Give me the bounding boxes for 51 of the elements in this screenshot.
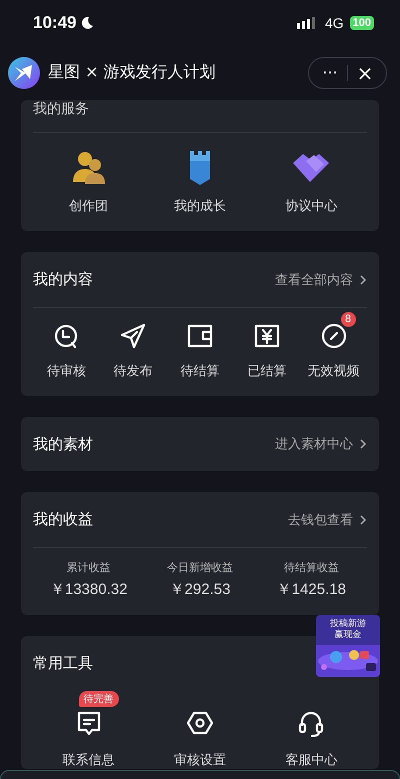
section-title: 我的收益: [33, 510, 93, 529]
menu-item[interactable]: 待完善 联系信息: [33, 691, 144, 769]
status-tag: 待完善: [78, 691, 119, 707]
menu-item[interactable]: 待结算: [166, 310, 234, 380]
section-title: 我的素材: [33, 434, 93, 454]
menu-item[interactable]: 审核设置: [144, 691, 256, 769]
section-link[interactable]: 进入素材中心: [275, 435, 367, 453]
paper-plane-icon: [119, 322, 148, 350]
stat-label: 待结算收益: [284, 560, 339, 575]
stat-value: ￥13380.32: [50, 580, 128, 599]
app-logo-icon: [8, 56, 40, 88]
stat-label: 累计收益: [66, 560, 111, 575]
stat-value: ￥292.53: [170, 580, 230, 599]
shield-icon: [190, 151, 210, 185]
wallet-icon: [186, 322, 214, 350]
chevron-right-icon: [359, 438, 367, 450]
menu-item[interactable]: 协议中心: [256, 149, 367, 215]
more-button[interactable]: ···: [313, 63, 347, 82]
yen-icon: [252, 322, 281, 350]
menu-item[interactable]: 8 无效视频: [300, 310, 367, 380]
promo-banner[interactable]: 投稿新游 赢现金: [316, 615, 380, 677]
handshake-icon: [293, 154, 330, 182]
close-button[interactable]: ×: [348, 60, 382, 84]
menu-item[interactable]: 已结算: [233, 310, 300, 380]
section-title: 常用工具: [33, 654, 93, 673]
people-icon: [72, 152, 105, 184]
signal-icon: [296, 16, 317, 28]
menu-item[interactable]: 客服中心: [256, 691, 367, 769]
prohibited-icon: [320, 322, 348, 350]
chevron-right-icon: [359, 514, 367, 526]
menu-item[interactable]: 我的成长: [144, 149, 256, 215]
section-link[interactable]: 查看全部内容: [275, 270, 367, 288]
clock-time: 10:49: [33, 12, 76, 32]
menu-item[interactable]: 创作团: [33, 149, 144, 215]
count-badge: 8: [340, 312, 356, 327]
section-link[interactable]: 去钱包查看: [288, 510, 367, 528]
menu-item[interactable]: 待审核: [33, 310, 100, 380]
stat-label: 今日新增收益: [166, 560, 233, 575]
section-title: 我的内容: [33, 270, 93, 289]
promo-text: 投稿新游: [330, 619, 366, 630]
hexagon-icon: [186, 709, 214, 737]
menu-item[interactable]: 待发布: [100, 310, 167, 380]
section-title: 我的服务: [33, 100, 89, 118]
page-title: 星图 × 游戏发行人计划: [48, 62, 217, 83]
promo-text: 赢现金: [334, 630, 362, 641]
network-type: 4G: [324, 14, 344, 30]
battery-level: 100: [350, 16, 374, 30]
headset-icon: [297, 709, 326, 737]
chevron-right-icon: [359, 274, 367, 286]
moon-icon: [80, 16, 94, 30]
stat-value: ￥1425.18: [276, 580, 346, 599]
